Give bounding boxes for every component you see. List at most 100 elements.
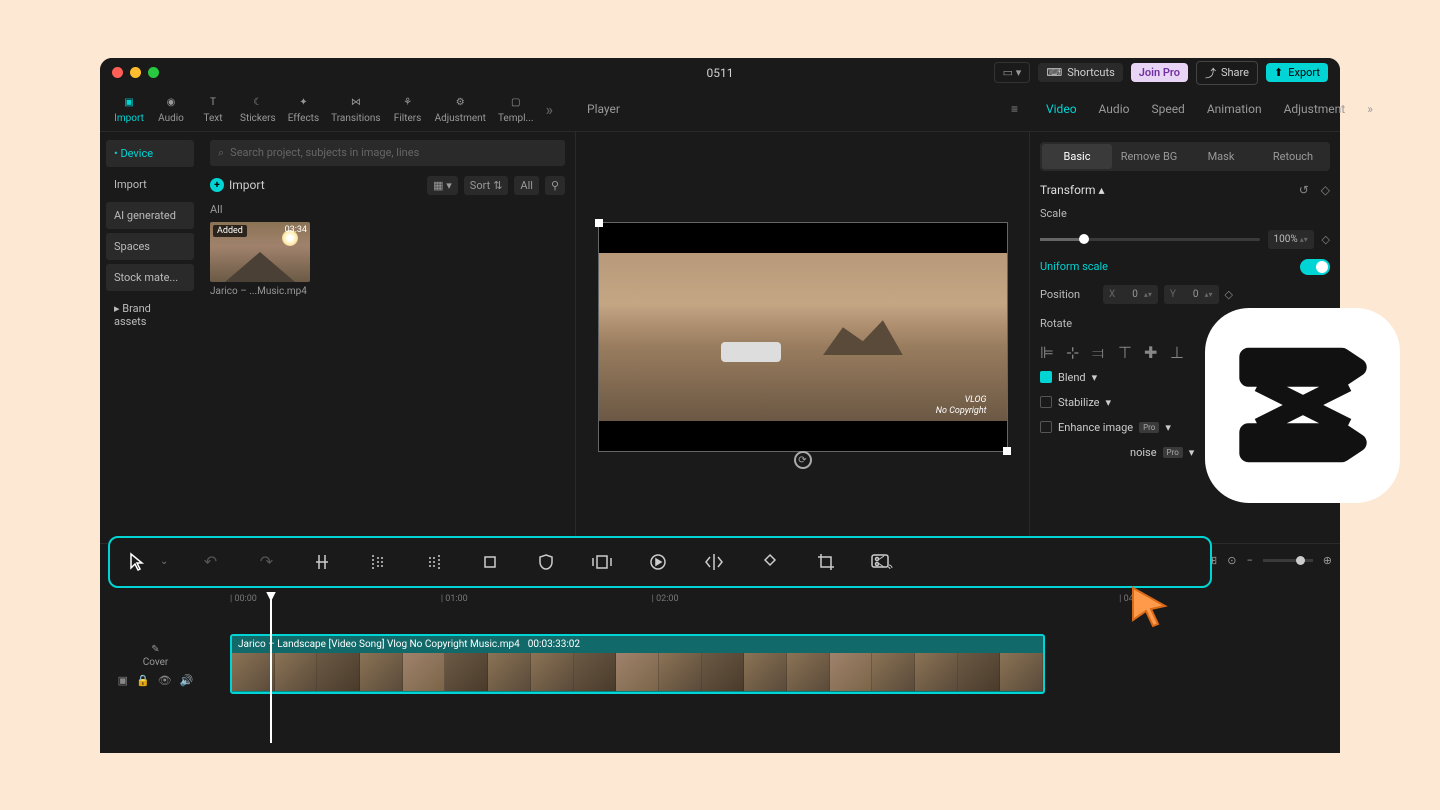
search-input[interactable]: ⌕Search project, subjects in image, line… <box>210 140 565 166</box>
scale-keyframe[interactable]: ◇ <box>1322 233 1330 246</box>
enhance-checkbox[interactable] <box>1040 421 1052 433</box>
audio-icon: ◉ <box>163 95 179 111</box>
split-tool[interactable] <box>308 548 336 576</box>
tab-text[interactable]: TText <box>192 91 234 128</box>
project-title: 0511 <box>707 66 734 80</box>
sidebar-brand[interactable]: ▸ Brand assets <box>106 295 194 335</box>
panel-tab-audio[interactable]: Audio <box>1089 96 1140 122</box>
subtab-removebg[interactable]: Remove BG <box>1114 144 1184 169</box>
filter-all-button[interactable]: All <box>514 176 539 195</box>
redo-button[interactable]: ↷ <box>252 548 280 576</box>
preview-canvas[interactable]: VLOGNo Copyright ⟳ <box>598 222 1008 452</box>
panel-tab-animation[interactable]: Animation <box>1197 96 1272 122</box>
sidebar-ai[interactable]: AI generated <box>106 202 194 229</box>
close-window[interactable] <box>112 67 123 78</box>
mirror-tool[interactable] <box>700 548 728 576</box>
zoom-slider[interactable] <box>1263 559 1313 562</box>
undo-button[interactable]: ↶ <box>196 548 224 576</box>
lock-track-icon[interactable]: 🔒 <box>136 674 150 687</box>
media-sidebar: • Device Import AI generated Spaces Stoc… <box>100 132 200 543</box>
media-section-all: All <box>210 203 565 216</box>
uniform-scale-toggle[interactable] <box>1300 259 1330 275</box>
tab-import[interactable]: ▣Import <box>108 91 150 128</box>
tab-audio[interactable]: ◉Audio <box>150 91 192 128</box>
reset-icon[interactable]: ↺ <box>1299 183 1309 197</box>
cut-audio-tool[interactable] <box>868 548 896 576</box>
panel-tab-video[interactable]: Video <box>1036 96 1087 122</box>
lock-icon[interactable]: ▣ <box>118 674 128 687</box>
align-center-h-icon[interactable]: ⊹ <box>1066 343 1082 359</box>
stabilize-checkbox[interactable] <box>1040 396 1052 408</box>
crop-adjust-tool[interactable] <box>812 548 840 576</box>
shield-tool[interactable] <box>532 548 560 576</box>
media-clip[interactable]: Added 03:34 Jarico – ...Music.mp4 <box>210 222 310 297</box>
join-pro-button[interactable]: Join Pro <box>1131 63 1188 82</box>
align-left-icon[interactable]: ⊫ <box>1040 343 1056 359</box>
tab-filters[interactable]: ⚘Filters <box>387 91 429 128</box>
align-top-icon[interactable]: ⊤ <box>1118 343 1134 359</box>
align-bottom-icon[interactable]: ⊥ <box>1170 343 1186 359</box>
panel-tab-speed[interactable]: Speed <box>1141 96 1194 122</box>
pointer-dropdown[interactable]: ⌄ <box>160 556 168 567</box>
zoom-fit-icon[interactable]: ⊕ <box>1323 554 1332 567</box>
trim-left-tool[interactable] <box>364 548 392 576</box>
frame-tool[interactable] <box>588 548 616 576</box>
visibility-icon[interactable]: 👁 <box>158 674 172 687</box>
scale-label: Scale <box>1040 207 1095 220</box>
shortcuts-button[interactable]: ⌨ Shortcuts <box>1038 63 1122 82</box>
tl-icon-2[interactable]: ⊙ <box>1227 554 1236 567</box>
share-button[interactable]: ⤴ Share <box>1196 61 1258 85</box>
filter-icon-button[interactable]: ⚲ <box>545 176 565 195</box>
export-button[interactable]: ⬆ Export <box>1266 63 1328 82</box>
sort-button[interactable]: Sort ⇅ <box>464 176 509 195</box>
floating-toolbar: ⌄ ↶ ↷ <box>108 536 1212 588</box>
scale-slider[interactable] <box>1040 238 1260 241</box>
keyframe-icon[interactable]: ◇ <box>1321 183 1330 197</box>
subtab-retouch[interactable]: Retouch <box>1258 144 1328 169</box>
playhead[interactable] <box>270 592 272 743</box>
text-icon: T <box>205 95 221 111</box>
sidebar-spaces[interactable]: Spaces <box>106 233 194 260</box>
cover-button[interactable]: ✎Cover <box>143 644 169 668</box>
refresh-icon[interactable]: ⟳ <box>794 451 812 469</box>
blend-checkbox[interactable] <box>1040 371 1052 383</box>
stickers-icon: ☾ <box>250 95 266 111</box>
tutorial-cursor <box>1127 584 1175 636</box>
pointer-tool[interactable] <box>124 548 152 576</box>
video-watermark: VLOGNo Copyright <box>936 394 987 416</box>
tab-transitions[interactable]: ⋈Transitions <box>325 91 386 128</box>
view-grid-button[interactable]: ▦ ▾ <box>427 176 458 195</box>
tab-stickers[interactable]: ☾Stickers <box>234 91 282 128</box>
sidebar-stock[interactable]: Stock mate... <box>106 264 194 291</box>
import-media-button[interactable]: +Import <box>210 178 265 192</box>
sidebar-device[interactable]: • Device <box>106 140 194 167</box>
minimize-window[interactable] <box>130 67 141 78</box>
aspect-ratio-button[interactable]: ▭ ▾ <box>994 62 1031 83</box>
subtab-basic[interactable]: Basic <box>1042 144 1112 169</box>
titlebar: 0511 ▭ ▾ ⌨ Shortcuts Join Pro ⤴ Share ⬆ … <box>100 58 1340 88</box>
position-keyframe[interactable]: ◇ <box>1225 288 1233 301</box>
video-track[interactable]: Jarico – Landscape [Video Song] Vlog No … <box>230 634 1045 694</box>
toolbar-more[interactable]: » <box>539 100 559 119</box>
panel-tab-more[interactable]: » <box>1357 96 1383 122</box>
position-x-input[interactable]: X 0▴▾ <box>1103 285 1158 304</box>
panel-tab-adjustment[interactable]: Adjustment <box>1274 96 1356 122</box>
zoom-out-icon[interactable]: − <box>1246 554 1252 567</box>
maximize-window[interactable] <box>148 67 159 78</box>
scale-value[interactable]: 100%▴▾ <box>1268 230 1314 249</box>
align-center-v-icon[interactable]: ✚ <box>1144 343 1160 359</box>
tab-adjustment[interactable]: ⚙Adjustment <box>429 91 492 128</box>
sidebar-import[interactable]: Import <box>106 171 194 198</box>
position-y-input[interactable]: Y 0▴▾ <box>1164 285 1219 304</box>
player-menu-icon[interactable]: ≡ <box>1011 102 1018 116</box>
rotate-tool[interactable] <box>756 548 784 576</box>
subtab-mask[interactable]: Mask <box>1186 144 1256 169</box>
align-right-icon[interactable]: ⫤ <box>1092 343 1108 359</box>
speed-tool[interactable] <box>644 548 672 576</box>
tab-templates[interactable]: ▢Templ... <box>492 91 540 128</box>
main-toolbar: ▣Import ◉Audio TText ☾Stickers ✦Effects … <box>100 88 1340 132</box>
trim-right-tool[interactable] <box>420 548 448 576</box>
crop-tool[interactable] <box>476 548 504 576</box>
mute-icon[interactable]: 🔊 <box>180 674 194 687</box>
tab-effects[interactable]: ✦Effects <box>282 91 325 128</box>
